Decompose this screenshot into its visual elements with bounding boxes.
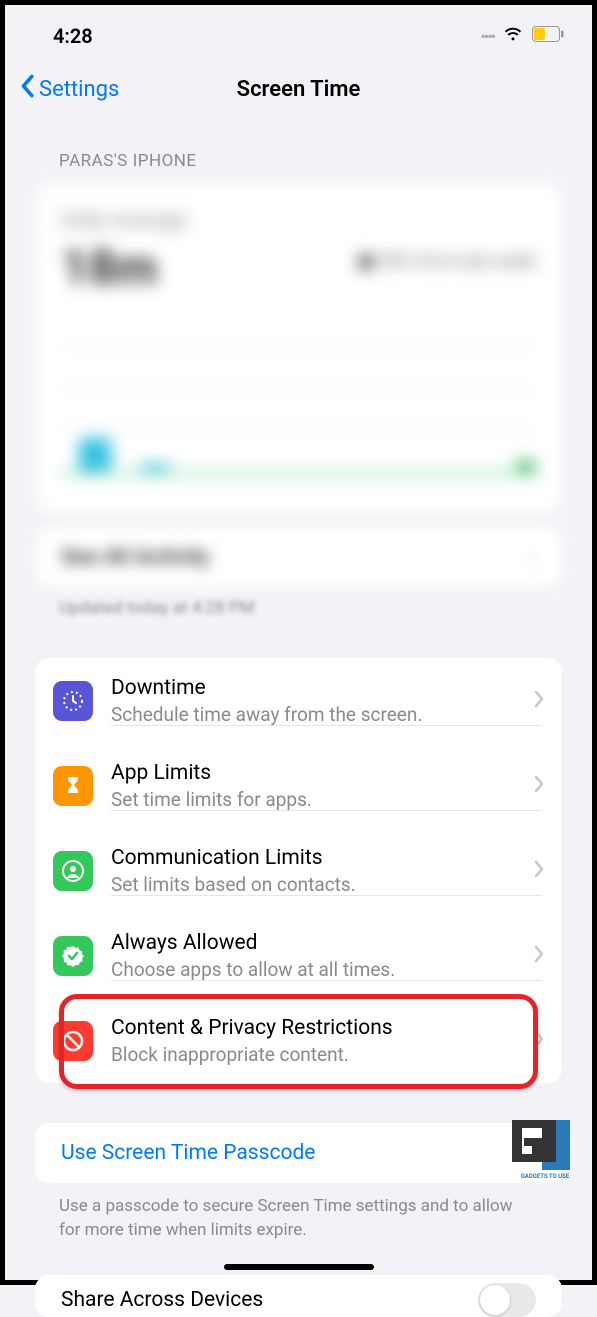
passcode-link-group: Use Screen Time Passcode bbox=[35, 1123, 562, 1183]
chevron-right-icon bbox=[534, 860, 544, 882]
row-subtitle: Block inappropriate content. bbox=[111, 1043, 524, 1066]
section-header: PARAS'S IPHONE bbox=[5, 121, 592, 183]
share-across-devices-row: Share Across Devices bbox=[35, 1275, 562, 1317]
limits-list: Downtime Schedule time away from the scr… bbox=[35, 658, 562, 1083]
chevron-right-icon: › bbox=[530, 546, 536, 570]
chevron-right-icon bbox=[534, 1030, 544, 1052]
page-title: Screen Time bbox=[237, 77, 361, 102]
home-indicator[interactable] bbox=[224, 1264, 374, 1270]
cellular-dots-icon: •••• bbox=[480, 27, 494, 46]
downtime-icon bbox=[53, 681, 93, 721]
back-label: Settings bbox=[39, 77, 119, 102]
navigation-bar: Settings Screen Time bbox=[5, 59, 592, 121]
battery-icon bbox=[532, 26, 564, 46]
usage-card[interactable]: Daily Average 18m 98% from last week bbox=[35, 183, 562, 513]
status-time: 4:28 bbox=[53, 24, 93, 48]
row-subtitle: Schedule time away from the screen. bbox=[111, 703, 524, 726]
row-title: App Limits bbox=[111, 761, 524, 785]
back-button[interactable]: Settings bbox=[19, 74, 119, 104]
chevron-right-icon bbox=[534, 945, 544, 967]
person-circle-icon bbox=[53, 851, 93, 891]
communication-limits-row[interactable]: Communication Limits Set limits based on… bbox=[35, 828, 562, 913]
chevron-left-icon bbox=[19, 74, 35, 104]
row-subtitle: Choose apps to allow at all times. bbox=[111, 958, 524, 981]
row-title: Always Allowed bbox=[111, 931, 524, 955]
row-subtitle: Set time limits for apps. bbox=[111, 788, 524, 811]
updated-text: Updated today at 4:28 PM bbox=[5, 588, 592, 622]
usage-title: Daily Average bbox=[61, 209, 536, 233]
row-subtitle: Set limits based on contacts. bbox=[111, 873, 524, 896]
share-toggle[interactable] bbox=[478, 1283, 536, 1317]
usage-chart bbox=[61, 345, 536, 475]
chevron-right-icon bbox=[534, 690, 544, 712]
footer-text: Use a passcode to secure Screen Time set… bbox=[5, 1183, 592, 1247]
no-sign-icon bbox=[53, 1021, 93, 1061]
chevron-right-icon bbox=[534, 775, 544, 797]
row-title: Communication Limits bbox=[111, 846, 524, 870]
content: PARAS'S IPHONE Daily Average 18m 98% fro… bbox=[5, 121, 592, 1317]
status-bar: 4:28 •••• bbox=[5, 5, 592, 59]
always-allowed-row[interactable]: Always Allowed Choose apps to allow at a… bbox=[35, 913, 562, 998]
downtime-row[interactable]: Downtime Schedule time away from the scr… bbox=[35, 658, 562, 743]
content-privacy-row[interactable]: Content & Privacy Restrictions Block ina… bbox=[35, 998, 562, 1083]
see-all-activity-link[interactable]: See All Activity › bbox=[35, 527, 562, 588]
checkmark-seal-icon bbox=[53, 936, 93, 976]
hourglass-icon bbox=[53, 766, 93, 806]
row-title: Content & Privacy Restrictions bbox=[111, 1016, 524, 1040]
use-passcode-link[interactable]: Use Screen Time Passcode bbox=[61, 1141, 536, 1165]
row-title: Downtime bbox=[111, 676, 524, 700]
wifi-icon bbox=[502, 25, 524, 47]
usage-comparison: 98% from last week bbox=[358, 251, 536, 272]
status-right: •••• bbox=[480, 25, 564, 47]
svg-text:GADGETS TO USE: GADGETS TO USE bbox=[521, 1173, 570, 1180]
share-label: Share Across Devices bbox=[61, 1288, 263, 1312]
app-limits-row[interactable]: App Limits Set time limits for apps. bbox=[35, 743, 562, 828]
watermark-logo: GADGETS TO USE bbox=[506, 1118, 584, 1180]
